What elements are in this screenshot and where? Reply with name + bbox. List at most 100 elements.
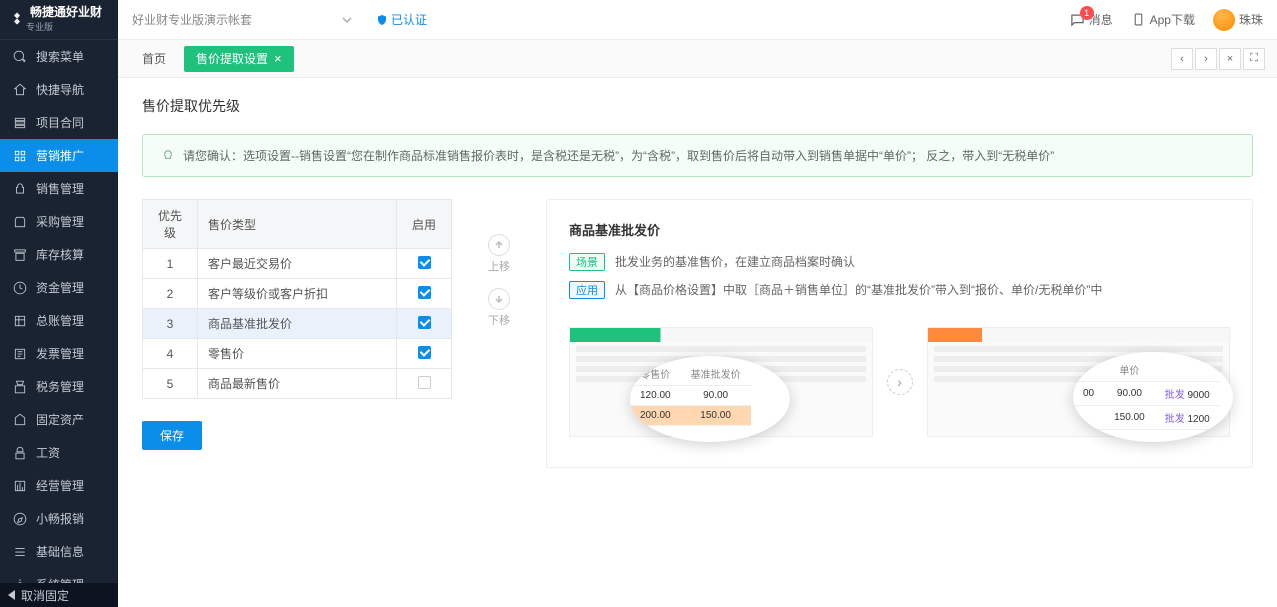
brand-logo: 畅捷通好业财 专业版 <box>0 0 118 40</box>
sidebar-item-15[interactable]: 基础信息 <box>0 535 118 568</box>
sidebar-icon <box>12 445 28 461</box>
cell-priority: 2 <box>143 279 198 309</box>
sidebar-icon <box>12 82 28 98</box>
sidebar-label: 采购管理 <box>36 213 84 230</box>
tab-close-all-button[interactable]: × <box>1219 48 1241 70</box>
sidebar-item-4[interactable]: 销售管理 <box>0 172 118 205</box>
sidebar-icon <box>12 511 28 527</box>
sidebar-item-13[interactable]: 经营管理 <box>0 469 118 502</box>
table-row[interactable]: 5商品最新售价 <box>143 369 452 399</box>
user-name: 珠珠 <box>1239 11 1263 28</box>
sidebar-icon <box>12 346 28 362</box>
info-title: 商品基准批发价 <box>569 220 1230 239</box>
alert-text: 请您确认：选项设置--销售设置“您在制作商品标准销售报价表时，是含税还是无税”，… <box>183 147 1054 164</box>
arrow-up-icon <box>494 240 504 250</box>
col-enable: 启用 <box>397 200 452 249</box>
sidebar-item-12[interactable]: 工资 <box>0 436 118 469</box>
enable-checkbox[interactable] <box>418 316 431 329</box>
move-down-label: 下移 <box>488 312 510 328</box>
move-up-button[interactable]: 上移 <box>485 234 513 274</box>
sidebar-item-6[interactable]: 库存核算 <box>0 238 118 271</box>
sidebar-label: 总账管理 <box>36 312 84 329</box>
cell-type: 商品基准批发价 <box>198 309 397 339</box>
zoom-lens-left: 零售价基准批发价 120.0090.00 200.00150.00 <box>630 356 790 442</box>
cell-type: 商品最新售价 <box>198 369 397 399</box>
sidebar-item-5[interactable]: 采购管理 <box>0 205 118 238</box>
verified-text: 已认证 <box>391 11 427 28</box>
scene-tag: 场景 <box>569 253 605 271</box>
sidebar-item-10[interactable]: 税务管理 <box>0 370 118 403</box>
sidebar-item-8[interactable]: 总账管理 <box>0 304 118 337</box>
priority-panel: 优先级 售价类型 启用 1客户最近交易价2客户等级价或客户折扣3商品基准批发价4… <box>142 199 452 450</box>
sidebar-label: 销售管理 <box>36 180 84 197</box>
app-download-label: App下载 <box>1150 11 1195 28</box>
move-down-button[interactable]: 下移 <box>485 288 513 328</box>
sidebar-item-3[interactable]: 营销推广 <box>0 139 118 172</box>
app-download-button[interactable]: App下载 <box>1131 11 1195 28</box>
sidebar-label: 搜索菜单 <box>36 48 84 65</box>
sidebar-item-1[interactable]: 快捷导航 <box>0 73 118 106</box>
verified-badge: 已认证 <box>376 11 427 28</box>
sidebar-item-14[interactable]: 小畅报销 <box>0 502 118 535</box>
topbar: 好业财专业版演示帐套 已认证 消息 App下载 珠珠 <box>118 0 1277 40</box>
sidebar-label: 经营管理 <box>36 477 84 494</box>
messages-button[interactable]: 消息 <box>1070 11 1113 28</box>
table-row[interactable]: 1客户最近交易价 <box>143 249 452 279</box>
apply-text: 从【商品价格设置】中取［商品＋销售单位］的“基准批发价”带入到“报价、单价/无税… <box>615 281 1102 299</box>
bulb-icon <box>161 149 175 163</box>
enable-checkbox[interactable] <box>418 376 431 389</box>
close-icon[interactable]: × <box>274 51 282 66</box>
tab-prev-button[interactable]: ‹ <box>1171 48 1193 70</box>
page-title: 售价提取优先级 <box>142 96 1253 116</box>
arrow-down-icon <box>494 294 504 304</box>
move-up-label: 上移 <box>488 258 510 274</box>
table-row[interactable]: 4零售价 <box>143 339 452 369</box>
cell-type: 客户等级价或客户折扣 <box>198 279 397 309</box>
sidebar-label: 营销推广 <box>36 147 84 164</box>
sidebar-item-0[interactable]: 搜索菜单 <box>0 40 118 73</box>
enable-checkbox[interactable] <box>418 286 431 299</box>
move-buttons: 上移 下移 <box>480 199 518 328</box>
tab-price-extract-settings[interactable]: 售价提取设置 × <box>184 46 294 72</box>
sidebar-label: 快捷导航 <box>36 81 84 98</box>
tab-next-button[interactable]: › <box>1195 48 1217 70</box>
apply-tag: 应用 <box>569 281 605 299</box>
account-name: 好业财专业版演示帐套 <box>132 11 252 28</box>
sidebar-pin-label: 取消固定 <box>21 587 69 604</box>
table-row[interactable]: 3商品基准批发价 <box>143 309 452 339</box>
sidebar-label: 固定资产 <box>36 411 84 428</box>
save-button[interactable]: 保存 <box>142 421 202 450</box>
sidebar-label: 发票管理 <box>36 345 84 362</box>
sidebar-icon <box>12 181 28 197</box>
main-content: 售价提取优先级 请您确认：选项设置--销售设置“您在制作商品标准销售报价表时，是… <box>118 78 1277 607</box>
col-priority: 优先级 <box>143 200 198 249</box>
cell-priority: 4 <box>143 339 198 369</box>
sidebar-item-9[interactable]: 发票管理 <box>0 337 118 370</box>
enable-checkbox[interactable] <box>418 256 431 269</box>
tab-home[interactable]: 首页 <box>130 46 178 72</box>
sidebar-pin-toggle[interactable]: 取消固定 <box>0 583 118 607</box>
sidebar-item-2[interactable]: 项目合同 <box>0 106 118 139</box>
enable-checkbox[interactable] <box>418 346 431 359</box>
table-row[interactable]: 2客户等级价或客户折扣 <box>143 279 452 309</box>
mock-target-sheet: 单价 0090.00批发 9000 150.00批发 1200 <box>927 327 1231 437</box>
sidebar-label: 基础信息 <box>36 543 84 560</box>
brand-icon <box>8 11 26 29</box>
chevron-down-icon <box>342 15 352 25</box>
phone-icon <box>1131 12 1147 28</box>
cell-priority: 5 <box>143 369 198 399</box>
priority-table: 优先级 售价类型 启用 1客户最近交易价2客户等级价或客户折扣3商品基准批发价4… <box>142 199 452 399</box>
col-type: 售价类型 <box>198 200 397 249</box>
sidebar-icon <box>12 247 28 263</box>
sidebar-item-7[interactable]: 资金管理 <box>0 271 118 304</box>
sidebar-label: 库存核算 <box>36 246 84 263</box>
brand-edition: 专业版 <box>26 20 102 33</box>
account-select[interactable]: 好业财专业版演示帐套 <box>132 11 352 28</box>
arrow-right-icon: › <box>887 369 913 395</box>
fullscreen-button[interactable]: ⛶ <box>1243 48 1265 70</box>
zoom-lens-right: 单价 0090.00批发 9000 150.00批发 1200 <box>1073 352 1233 442</box>
sidebar-item-11[interactable]: 固定资产 <box>0 403 118 436</box>
cell-type: 零售价 <box>198 339 397 369</box>
user-menu[interactable]: 珠珠 <box>1213 9 1263 31</box>
sidebar-label: 项目合同 <box>36 114 84 131</box>
